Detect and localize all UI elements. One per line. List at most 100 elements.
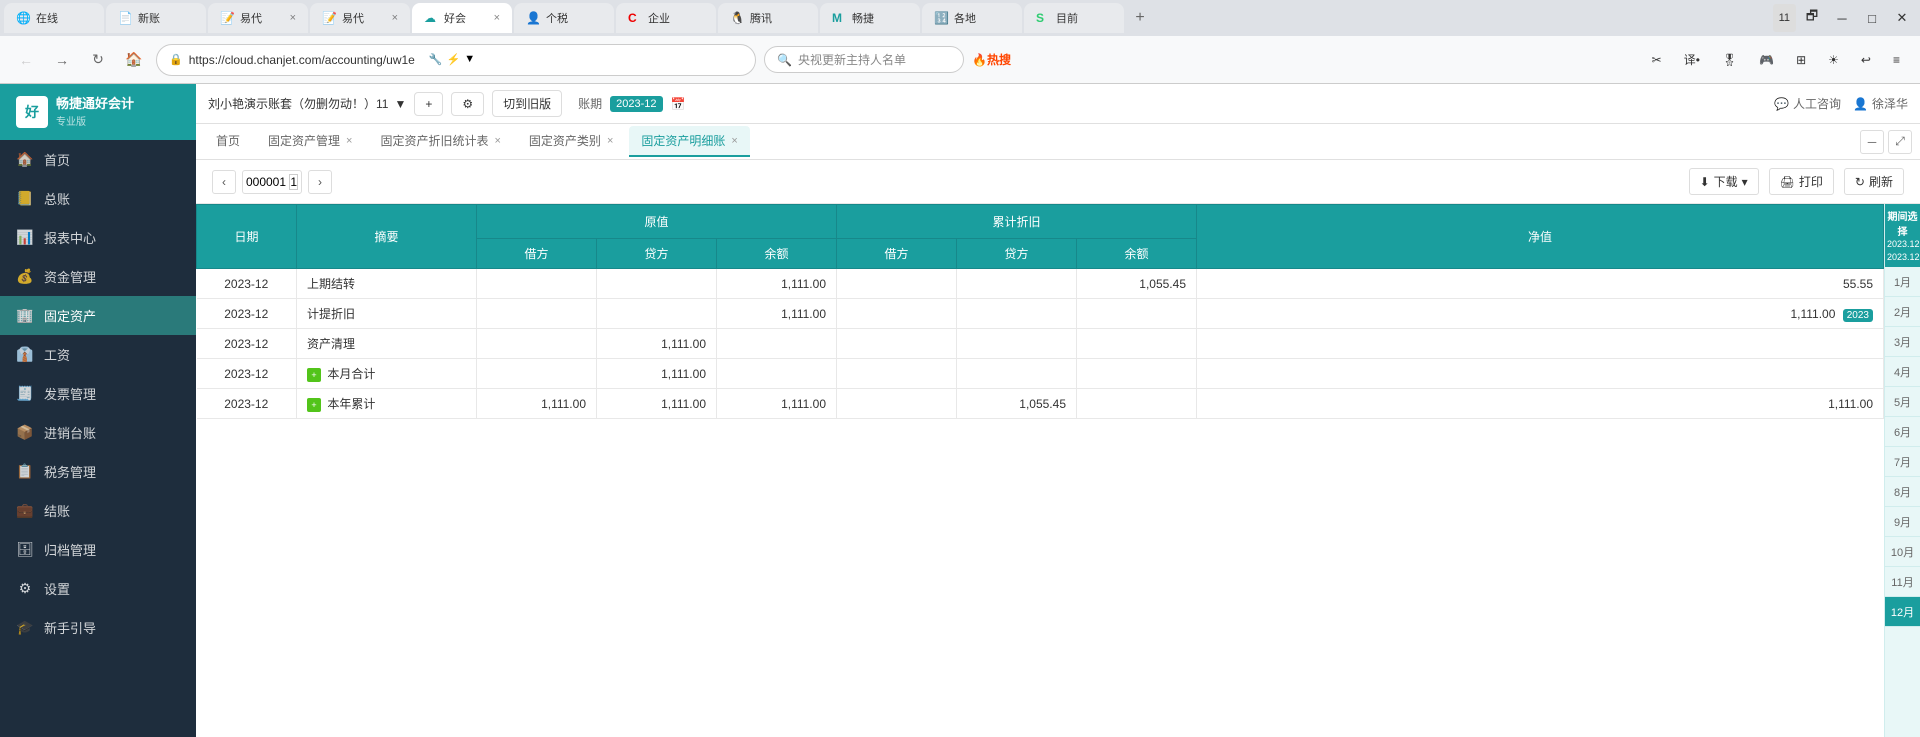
month-10[interactable]: 10月 bbox=[1885, 537, 1920, 567]
sidebar-item-fixed-assets[interactable]: 🏢 固定资产 bbox=[0, 296, 196, 335]
print-button[interactable]: 🖨 打印 bbox=[1769, 168, 1834, 195]
tab-detail[interactable]: 固定资产明细账 × bbox=[629, 126, 749, 157]
month-7[interactable]: 7月 bbox=[1885, 447, 1920, 477]
tab-favicon-7: C bbox=[628, 11, 642, 25]
month-2[interactable]: 2月 bbox=[1885, 297, 1920, 327]
tab-close-5[interactable]: × bbox=[494, 12, 500, 24]
restore-button[interactable]: 🗗 bbox=[1798, 4, 1826, 32]
undo-icon-btn[interactable]: ↩ bbox=[1853, 49, 1879, 71]
tab-close-detail[interactable]: × bbox=[731, 135, 737, 147]
add-account-button[interactable]: + bbox=[414, 92, 443, 116]
sidebar-item-checkout[interactable]: 💼 结账 bbox=[0, 491, 196, 530]
tab-fixed-asset-mgmt[interactable]: 固定资产管理 × bbox=[256, 126, 364, 157]
cell-orig-credit-5: 1,111.00 bbox=[597, 389, 717, 419]
refresh-button-toolbar[interactable]: ↻ 刷新 bbox=[1844, 168, 1904, 195]
cell-net-value-5: 1,111.00 bbox=[1197, 389, 1884, 419]
browser-tab-4[interactable]: 📝 易代 × bbox=[310, 3, 410, 33]
switch-version-button[interactable]: 切到旧版 bbox=[492, 90, 562, 117]
browser-tab-3[interactable]: 📝 易代 × bbox=[208, 3, 308, 33]
sidebar-item-archive[interactable]: 🗄 归档管理 bbox=[0, 530, 196, 569]
sidebar-item-inventory[interactable]: 📦 进销台账 bbox=[0, 413, 196, 452]
tab-depreciation[interactable]: 固定资产折旧统计表 × bbox=[368, 126, 512, 157]
back-button[interactable]: ← bbox=[12, 46, 40, 74]
logo-text: 畅捷通好会计 bbox=[56, 96, 134, 113]
maximize-button[interactable]: □ bbox=[1858, 4, 1886, 32]
tab-close-fixed-mgmt[interactable]: × bbox=[346, 135, 352, 147]
ledger-icon: 📒 bbox=[16, 190, 34, 208]
app-header: 刘小艳演示账套（勿删勿动！）11 ▼ + ⚙ 切到旧版 账期 2023-12 📅… bbox=[196, 84, 1920, 124]
settings-gear-button[interactable]: ⚙ bbox=[451, 92, 484, 116]
sidebar-item-ledger[interactable]: 📒 总账 bbox=[0, 179, 196, 218]
browser-tab-6[interactable]: 👤 个税 bbox=[514, 3, 614, 33]
month-3[interactable]: 3月 bbox=[1885, 327, 1920, 357]
translate-icon-btn[interactable]: 译• bbox=[1676, 47, 1708, 72]
tab-category[interactable]: 固定资产类别 × bbox=[517, 126, 625, 157]
browser-tab-7[interactable]: C 企业 bbox=[616, 3, 716, 33]
scissor-icon-btn[interactable]: ✂ bbox=[1644, 49, 1670, 71]
month-11[interactable]: 11月 bbox=[1885, 567, 1920, 597]
browser-tab-active[interactable]: ☁ 好会 × bbox=[412, 3, 512, 33]
table-row-5: 2023-12 + 本年累计 1,111.00 1,111.00 1,111.0… bbox=[197, 389, 1884, 419]
tab-minimize-btn[interactable]: ─ bbox=[1860, 130, 1884, 154]
close-button[interactable]: ✕ bbox=[1888, 4, 1916, 32]
cell-orig-balance-1: 1,111.00 bbox=[717, 269, 837, 299]
prev-page-button[interactable]: ‹ bbox=[212, 170, 236, 194]
sidebar-label-funds: 资金管理 bbox=[44, 267, 96, 286]
minimize-button[interactable]: ─ bbox=[1828, 4, 1856, 32]
page-number-display: 000001 1 bbox=[242, 170, 302, 194]
page-input-field[interactable]: 1 bbox=[289, 174, 298, 190]
search-box[interactable]: 🔍 央视更新主持人名单 bbox=[764, 46, 964, 73]
sidebar-item-reports[interactable]: 📊 报表中心 bbox=[0, 218, 196, 257]
month-6[interactable]: 6月 bbox=[1885, 417, 1920, 447]
tab-close-4[interactable]: × bbox=[392, 12, 398, 24]
tab-close-3[interactable]: × bbox=[290, 12, 296, 24]
forward-button[interactable]: → bbox=[48, 46, 76, 74]
sidebar-item-settings[interactable]: ⚙ 设置 bbox=[0, 569, 196, 608]
brightness-icon-btn[interactable]: ☀ bbox=[1820, 49, 1847, 71]
sidebar-item-funds[interactable]: 💰 资金管理 bbox=[0, 257, 196, 296]
download-button[interactable]: ⬇ 下载 ▾ bbox=[1689, 168, 1759, 195]
browser-tab-9[interactable]: M 畅捷 bbox=[820, 3, 920, 33]
company-dropdown-icon[interactable]: ▼ bbox=[394, 97, 406, 111]
month-1[interactable]: 1月 bbox=[1885, 267, 1920, 297]
game-icon-btn[interactable]: 🎮 bbox=[1751, 49, 1782, 71]
sidebar-item-payroll[interactable]: 👔 工资 bbox=[0, 335, 196, 374]
tab-home[interactable]: 首页 bbox=[204, 126, 252, 157]
help-label: 人工咨询 bbox=[1793, 95, 1841, 112]
home-button[interactable]: 🏠 bbox=[120, 46, 148, 74]
sidebar-item-invoice[interactable]: 🧾 发票管理 bbox=[0, 374, 196, 413]
browser-tab-8[interactable]: 🐧 腾讯 bbox=[718, 3, 818, 33]
tab-close-category[interactable]: × bbox=[607, 135, 613, 147]
user-button[interactable]: 👤 徐泽华 bbox=[1853, 95, 1908, 112]
refresh-button[interactable]: ↻ bbox=[84, 46, 112, 74]
tab-expand-btn[interactable]: ⤢ bbox=[1888, 130, 1912, 154]
menu-icon-btn[interactable]: ≡ bbox=[1885, 49, 1908, 71]
browser-tab-new[interactable]: 📄 新账 bbox=[106, 3, 206, 33]
grid-icon-btn[interactable]: ⊞ bbox=[1788, 49, 1814, 71]
page-content: ‹ 000001 1 › ⬇ 下载 ▾ 🖨 打印 bbox=[196, 160, 1920, 737]
next-page-button[interactable]: › bbox=[308, 170, 332, 194]
month-5[interactable]: 5月 bbox=[1885, 387, 1920, 417]
month-4[interactable]: 4月 bbox=[1885, 357, 1920, 387]
browser-tab-10[interactable]: 🔢 各地 bbox=[922, 3, 1022, 33]
tab-close-depreciation[interactable]: × bbox=[494, 135, 500, 147]
reward-icon-btn[interactable]: 🎖 bbox=[1714, 49, 1745, 71]
month-9[interactable]: 9月 bbox=[1885, 507, 1920, 537]
sidebar-item-guide[interactable]: 🎓 新手引导 bbox=[0, 608, 196, 647]
tab-favicon-5: ☁ bbox=[424, 11, 438, 25]
month-8[interactable]: 8月 bbox=[1885, 477, 1920, 507]
browser-tab-bar: 🌐 在线 📄 新账 📝 易代 × 📝 易代 × ☁ 好会 × 👤 个税 C 企 bbox=[0, 0, 1920, 36]
sidebar-item-home[interactable]: 🏠 首页 bbox=[0, 140, 196, 179]
hot-search-label[interactable]: 🔥热搜 bbox=[972, 51, 1011, 68]
cell-net-value-4 bbox=[1197, 359, 1884, 389]
month-12[interactable]: 12月 bbox=[1885, 597, 1920, 627]
help-button[interactable]: 💬 人工咨询 bbox=[1774, 95, 1841, 112]
address-input[interactable]: 🔒 https://cloud.chanjet.com/accounting/u… bbox=[156, 44, 756, 76]
browser-tab-11[interactable]: S 目前 bbox=[1024, 3, 1124, 33]
calendar-icon[interactable]: 📅 bbox=[671, 97, 686, 111]
cell-accum-balance-5 bbox=[1077, 389, 1197, 419]
browser-tab-online[interactable]: 🌐 在线 bbox=[4, 3, 104, 33]
ext-icon-dropdown[interactable]: ▼ bbox=[464, 53, 475, 66]
sidebar-item-tax[interactable]: 📋 税务管理 bbox=[0, 452, 196, 491]
new-tab-button[interactable]: + bbox=[1126, 4, 1154, 32]
